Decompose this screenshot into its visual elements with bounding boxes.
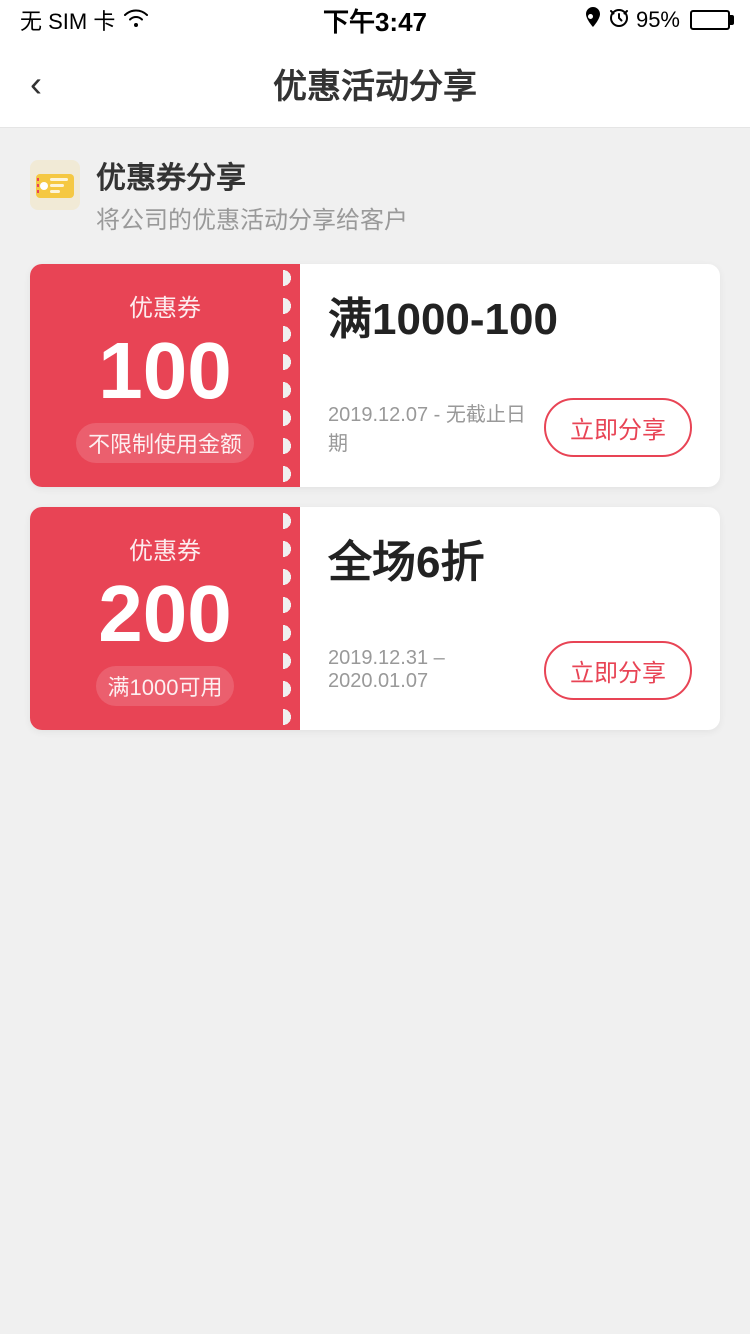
back-button[interactable]: ‹ [30,66,42,102]
coupon-icon [30,160,80,210]
coupon-card: 优惠券 100 不限制使用金额 满1000-100 2019.12.07 - 无… [30,264,720,487]
coupon-card: 优惠券 200 满1000可用 全场6折 2019.12.31 – 2020.0… [30,507,720,730]
coupon-name-1: 全场6折 [328,537,692,590]
wifi-icon [123,7,149,33]
coupon-date-0: 2019.12.07 - 无截止日期 [328,398,532,456]
status-right: 95% [584,6,730,34]
section-text-group: 优惠券分享 将公司的优惠活动分享给客户 [96,158,408,238]
coupon-type-1: 优惠券 [129,531,201,566]
coupon-right-0: 满1000-100 2019.12.07 - 无截止日期 立即分享 [300,264,720,487]
share-button-1[interactable]: 立即分享 [544,641,692,700]
coupon-bottom-0: 2019.12.07 - 无截止日期 立即分享 [328,398,692,457]
coupon-date-1: 2019.12.31 – 2020.01.07 [328,647,532,693]
alarm-icon [608,6,630,34]
share-button-0[interactable]: 立即分享 [544,398,692,457]
coupon-list: 优惠券 100 不限制使用金额 满1000-100 2019.12.07 - 无… [0,254,750,760]
coupon-condition-1: 满1000可用 [96,666,235,706]
location-icon [584,6,602,34]
section-header: 优惠券分享 将公司的优惠活动分享给客户 [0,128,750,254]
coupon-condition-0: 不限制使用金额 [76,423,254,463]
carrier-text: 无 SIM 卡 [20,4,115,36]
coupon-amount-1: 200 [98,574,231,654]
battery-percent: 95% [636,7,680,33]
section-description: 将公司的优惠活动分享给客户 [96,204,408,238]
status-time: 下午3:47 [323,2,427,39]
coupon-bottom-1: 2019.12.31 – 2020.01.07 立即分享 [328,641,692,700]
coupon-type-0: 优惠券 [129,288,201,323]
page-title: 优惠活动分享 [273,59,477,108]
nav-bar: ‹ 优惠活动分享 [0,40,750,128]
page-rest [0,760,750,1160]
coupon-right-1: 全场6折 2019.12.31 – 2020.01.07 立即分享 [300,507,720,730]
coupon-name-0: 满1000-100 [328,294,692,347]
status-bar: 无 SIM 卡 下午3:47 95% [0,0,750,40]
coupon-left-0: 优惠券 100 不限制使用金额 [30,264,300,487]
coupon-left-1: 优惠券 200 满1000可用 [30,507,300,730]
coupon-amount-0: 100 [98,331,231,411]
status-left: 无 SIM 卡 [20,4,149,36]
battery-icon [690,10,730,30]
section-title: 优惠券分享 [96,158,408,200]
